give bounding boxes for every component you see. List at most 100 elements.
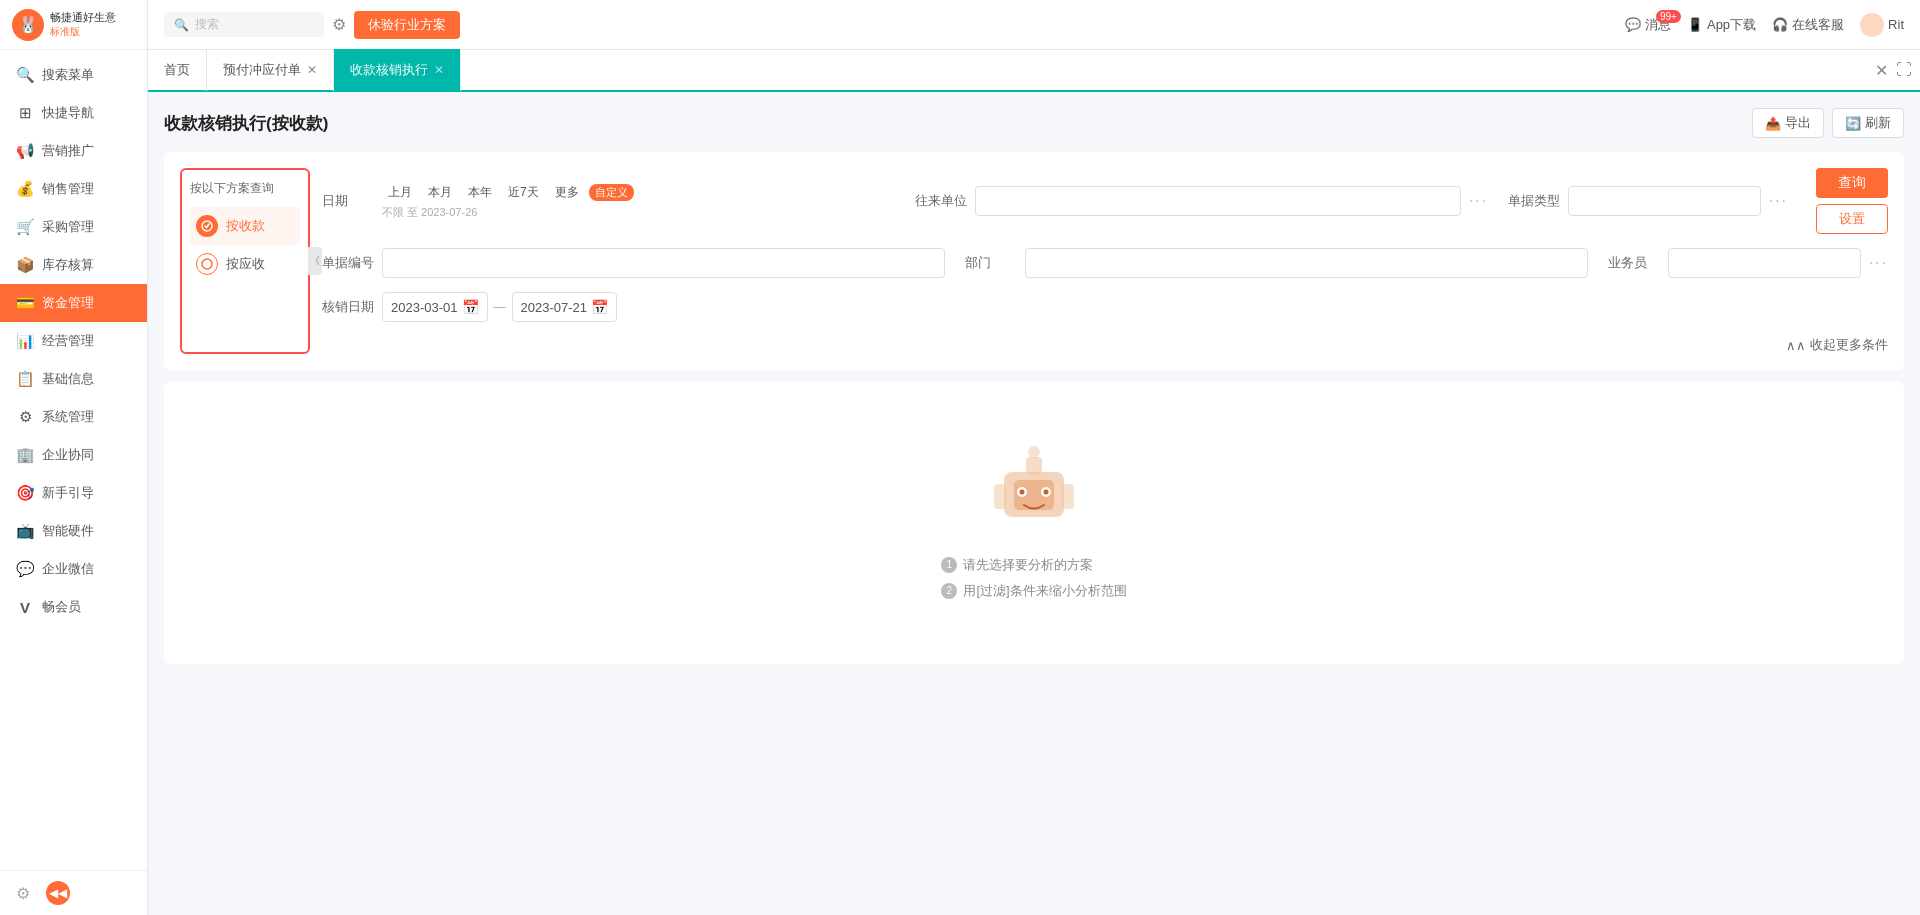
app-name: 畅捷通好生意 <box>50 10 116 25</box>
counterpart-dots-btn[interactable]: ··· <box>1469 192 1488 210</box>
top-bar-right: 💬 消息 99+ 📱 App下载 🎧 在线客服 Rit <box>1625 13 1904 37</box>
setting-button[interactable]: 设置 <box>1816 204 1888 234</box>
counterpart-input[interactable] <box>975 186 1461 216</box>
user-profile-button[interactable]: Rit <box>1860 13 1904 37</box>
sidebar-item-inventory[interactable]: 📦 库存核算 <box>0 246 147 284</box>
message-button[interactable]: 💬 消息 99+ <box>1625 16 1671 34</box>
svg-rect-8 <box>1026 457 1042 475</box>
dept-select[interactable] <box>1025 248 1588 278</box>
tab-close-all-icon[interactable]: ✕ <box>1875 61 1888 80</box>
sidebar-label-purchase: 采购管理 <box>42 218 94 236</box>
receipt-tab-close-icon[interactable]: ✕ <box>434 63 444 77</box>
app-download-label: App下载 <box>1707 16 1756 34</box>
quick-icon: ⊞ <box>16 104 34 122</box>
sidebar-item-sales[interactable]: 💰 销售管理 <box>0 170 147 208</box>
home-tab-label: 首页 <box>164 61 190 79</box>
empty-state: 1 请先选择要分析的方案 2 用[过滤]条件来缩小分析范围 <box>164 382 1904 664</box>
filter-container: 按以下方案查询 按收款 <box>164 152 1904 370</box>
sidebar-item-purchase[interactable]: 🛒 采购管理 <box>0 208 147 246</box>
tab-expand-icon[interactable]: ⛶ <box>1896 61 1912 79</box>
export-button[interactable]: 📤 导出 <box>1752 108 1824 138</box>
service-icon: 🎧 <box>1772 17 1788 32</box>
content-area: 收款核销执行(按收款) 📤 导出 🔄 刷新 按以下方案查询 <box>148 92 1920 915</box>
sidebar-label-management: 经营管理 <box>42 332 94 350</box>
staff-label: 业务员 <box>1608 254 1660 272</box>
sidebar-item-guide[interactable]: 🎯 新手引导 <box>0 474 147 512</box>
vip-icon: V <box>16 599 34 616</box>
filter-row-3: 核销日期 2023-03-01 📅 — 2023-07-21 📅 <box>322 292 1888 322</box>
sidebar-item-management[interactable]: 📊 经营管理 <box>0 322 147 360</box>
prepay-tab-close-icon[interactable]: ✕ <box>307 63 317 77</box>
staff-field: 业务员 ··· <box>1608 248 1888 278</box>
date-last-month-btn[interactable]: 上月 <box>382 182 418 203</box>
tab-prepay[interactable]: 预付冲应付单 ✕ <box>207 49 334 91</box>
svg-point-9 <box>1028 446 1040 458</box>
staff-dots-btn[interactable]: ··· <box>1869 254 1888 272</box>
filter-by-receivable[interactable]: 按应收 <box>190 245 300 283</box>
writeoff-date-field: 核销日期 2023-03-01 📅 — 2023-07-21 📅 <box>322 292 1888 322</box>
date-range-separator: — <box>494 300 506 314</box>
svg-point-7 <box>1044 490 1049 495</box>
collapse-more-button[interactable]: ∧∧ 收起更多条件 <box>1786 336 1888 354</box>
sidebar-item-system[interactable]: ⚙ 系统管理 <box>0 398 147 436</box>
logo-icon: 🐰 <box>12 9 44 41</box>
calendar-end-icon[interactable]: 📅 <box>591 299 608 315</box>
industry-solution-button[interactable]: 休验行业方案 <box>354 11 460 39</box>
voucher-type-select[interactable] <box>1568 186 1761 216</box>
sidebar-item-marketing[interactable]: 📢 营销推广 <box>0 132 147 170</box>
search-icon: 🔍 <box>16 66 34 84</box>
tab-home[interactable]: 首页 <box>148 49 207 91</box>
date-range-start[interactable]: 2023-03-01 📅 <box>382 292 488 322</box>
enterprise-icon: 🏢 <box>16 446 34 464</box>
voucher-no-input[interactable] <box>382 248 945 278</box>
online-service-button[interactable]: 🎧 在线客服 <box>1772 16 1844 34</box>
date-this-year-btn[interactable]: 本年 <box>462 182 498 203</box>
message-badge: 99+ <box>1656 10 1681 23</box>
writeoff-date-label: 核销日期 <box>322 298 374 316</box>
gear-settings-icon[interactable]: ⚙ <box>332 15 346 34</box>
app-download-button[interactable]: 📱 App下载 <box>1687 16 1756 34</box>
filter-sidebar-collapse-button[interactable]: 《 <box>308 247 322 275</box>
writeoff-start-text: 2023-03-01 <box>391 300 458 315</box>
calendar-start-icon[interactable]: 📅 <box>462 299 479 315</box>
date-range-end[interactable]: 2023-07-21 📅 <box>512 292 618 322</box>
sidebar-item-wechat[interactable]: 💬 企业微信 <box>0 550 147 588</box>
filter-actions-row: ∧∧ 收起更多条件 <box>322 336 1888 354</box>
hardware-icon: 📺 <box>16 522 34 540</box>
management-icon: 📊 <box>16 332 34 350</box>
sidebar-item-vip[interactable]: V 畅会员 <box>0 588 147 626</box>
date-range: 2023-03-01 📅 — 2023-07-21 📅 <box>382 292 617 322</box>
refresh-button[interactable]: 🔄 刷新 <box>1832 108 1904 138</box>
sidebar-footer: ⚙ ◀◀ <box>0 870 147 915</box>
tab-receipt[interactable]: 收款核销执行 ✕ <box>334 49 461 91</box>
date-more-btn[interactable]: 更多 <box>549 182 585 203</box>
search-area[interactable]: 🔍 搜索 <box>164 12 324 37</box>
page-actions: 📤 导出 🔄 刷新 <box>1752 108 1904 138</box>
date-this-month-btn[interactable]: 本月 <box>422 182 458 203</box>
staff-input[interactable] <box>1668 248 1861 278</box>
wechat-icon: 💬 <box>16 560 34 578</box>
receipt-tab-label: 收款核销执行 <box>350 61 428 79</box>
voucher-type-label: 单据类型 <box>1508 192 1560 210</box>
voucher-type-dots-btn[interactable]: ··· <box>1769 192 1788 210</box>
basic-icon: 📋 <box>16 370 34 388</box>
filter-by-receipt[interactable]: 按收款 <box>190 207 300 245</box>
sidebar-item-enterprise[interactable]: 🏢 企业协同 <box>0 436 147 474</box>
inventory-icon: 📦 <box>16 256 34 274</box>
empty-tip-1: 请先选择要分析的方案 <box>963 552 1093 578</box>
sidebar-item-search[interactable]: 🔍 搜索菜单 <box>0 56 147 94</box>
sidebar-item-quick[interactable]: ⊞ 快捷导航 <box>0 94 147 132</box>
settings-gear-icon[interactable]: ⚙ <box>16 884 30 903</box>
query-setting-col: 查询 设置 <box>1816 168 1888 234</box>
date-no-limit-text: 不限 至 2023-07-26 <box>382 205 634 220</box>
query-button[interactable]: 查询 <box>1816 168 1888 198</box>
top-bar: 🔍 搜索 ⚙ 休验行业方案 💬 消息 99+ 📱 App下载 🎧 在线客服 <box>148 0 1920 50</box>
main-area: 🔍 搜索 ⚙ 休验行业方案 💬 消息 99+ 📱 App下载 🎧 在线客服 <box>148 0 1920 915</box>
sidebar-item-finance[interactable]: 💳 资金管理 <box>0 284 147 322</box>
date-custom-badge[interactable]: 自定义 <box>589 184 634 201</box>
sidebar-item-hardware[interactable]: 📺 智能硬件 <box>0 512 147 550</box>
sidebar-collapse-button[interactable]: ◀◀ <box>46 881 70 905</box>
sidebar-item-basic[interactable]: 📋 基础信息 <box>0 360 147 398</box>
date-label: 日期 <box>322 192 374 210</box>
date-7days-btn[interactable]: 近7天 <box>502 182 545 203</box>
